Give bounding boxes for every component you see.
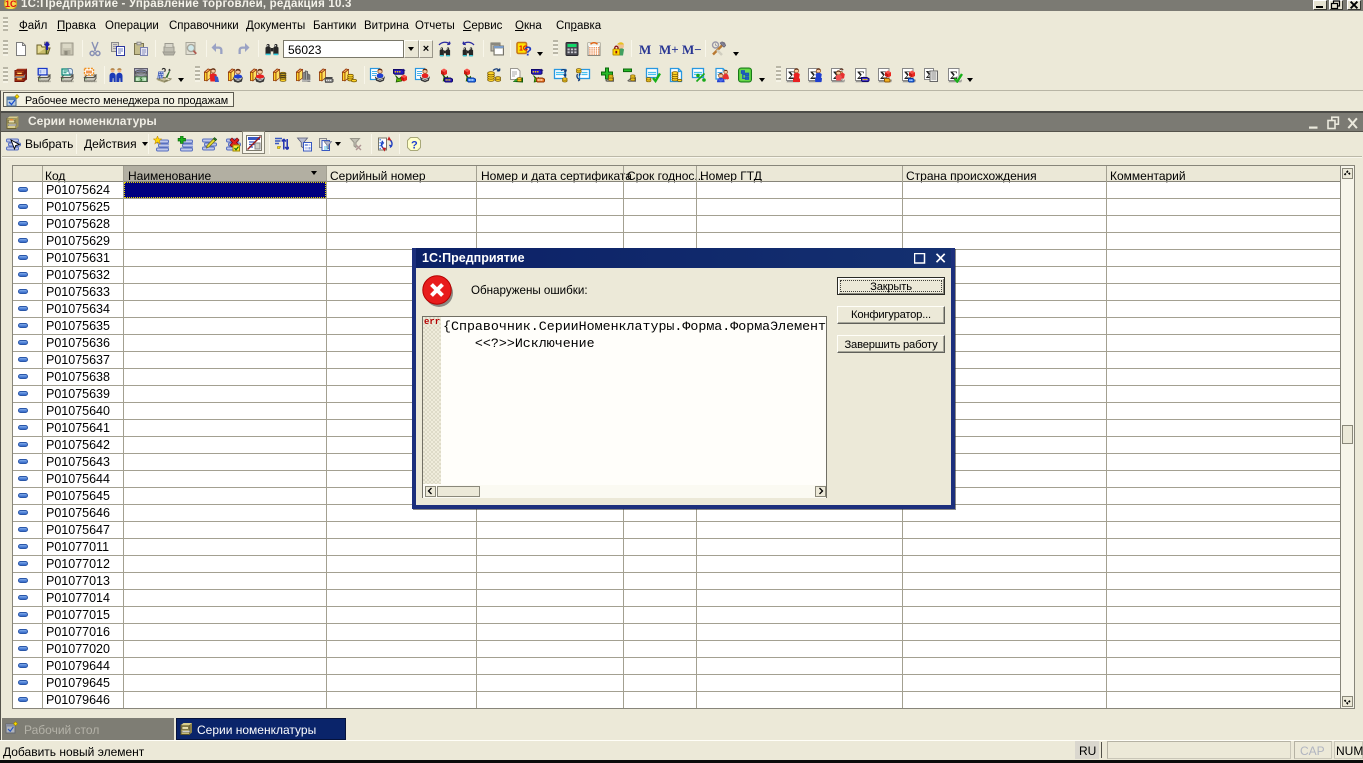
svg-text:?: ?: [411, 140, 418, 152]
svg-text:?: ?: [524, 44, 532, 58]
svg-text:$: $: [139, 76, 142, 83]
svg-text:1С: 1С: [5, 0, 17, 9]
